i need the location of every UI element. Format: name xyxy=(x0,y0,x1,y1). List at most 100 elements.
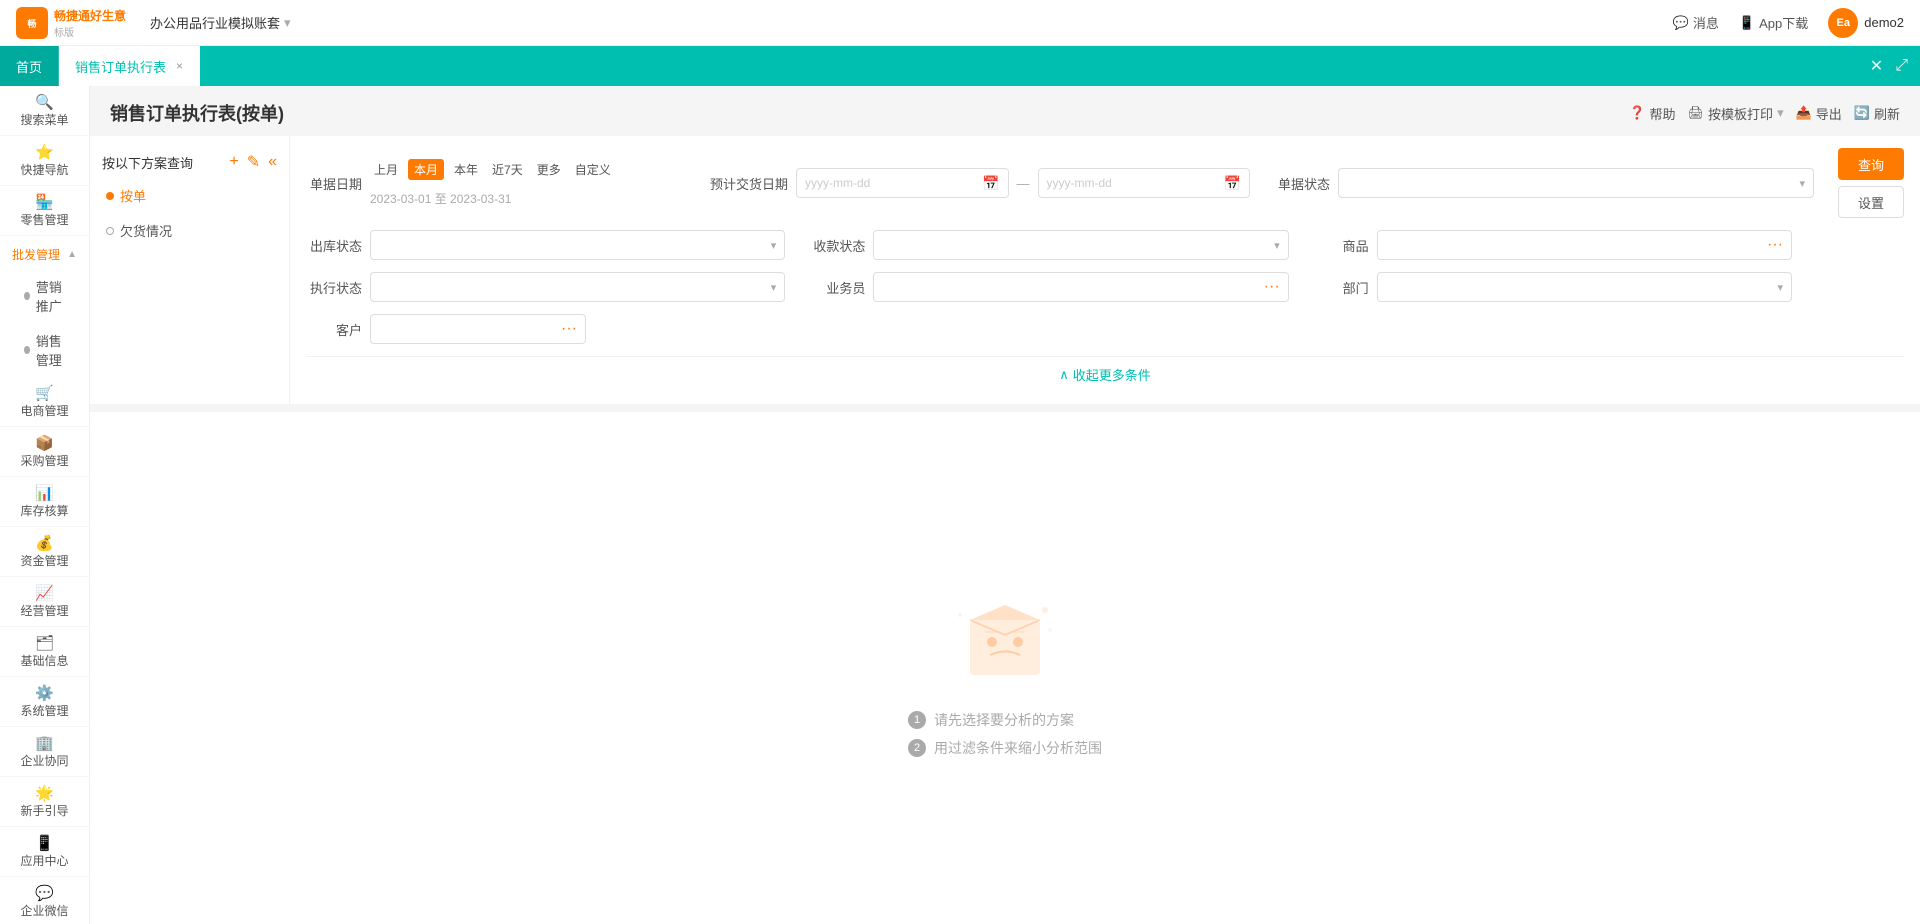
template-print-button[interactable]: 🖨 按模板打印 ▾ xyxy=(1688,104,1784,123)
delivery-status-select[interactable]: ▾ xyxy=(370,230,785,260)
sidebar-sub-marketing[interactable]: 营销推广 xyxy=(0,269,89,323)
date-tab-7days[interactable]: 近7天 xyxy=(488,159,527,180)
help-button[interactable]: ❓ 帮助 xyxy=(1629,104,1675,123)
calendar-to-icon[interactable]: 📅 xyxy=(1224,175,1241,192)
sidebar-item-inventory[interactable]: 📊 库存核算 xyxy=(0,477,89,527)
sidebar-item-retail[interactable]: 🏪 零售管理 xyxy=(0,186,89,236)
payment-status-select[interactable]: ▾ xyxy=(873,230,1288,260)
department-arrow: ▾ xyxy=(1777,281,1783,294)
date-tab-last-month[interactable]: 上月 xyxy=(370,159,402,180)
payment-status-group: 收款状态 ▾ xyxy=(809,230,1288,260)
delivery-status-arrow: ▾ xyxy=(771,239,777,252)
refresh-icon: 🔄 xyxy=(1854,105,1870,121)
sidebar-item-wechat[interactable]: 💬 企业微信 xyxy=(0,877,89,924)
search-button[interactable]: 查询 xyxy=(1838,148,1904,180)
settings-button[interactable]: 设置 xyxy=(1838,186,1904,218)
collapse-conditions-button[interactable]: ∧ 收起更多条件 xyxy=(1059,365,1151,384)
scheme-item-by-order[interactable]: 按单 xyxy=(90,178,289,213)
date-tab-more[interactable]: 更多 xyxy=(533,159,565,180)
content-area: 销售订单执行表(按单) ❓ 帮助 🖨 按模板打印 ▾ 📤 导出 🔄 刷新 xyxy=(90,86,1920,924)
operations-icon: 📈 xyxy=(35,584,54,602)
top-bar: 畅 畅捷通好生意 标版 办公用品行业模拟账套 ▾ 💬 消息 📱 App下载 Ea… xyxy=(0,0,1920,46)
app-download-button[interactable]: 📱 App下载 xyxy=(1739,13,1808,32)
logo-text: 畅捷通好生意 标版 xyxy=(54,7,126,39)
scheme-item-debt[interactable]: 欠货情况 xyxy=(90,213,289,248)
search-icon: 🔍 xyxy=(35,93,54,111)
customer-group: 客户 ··· xyxy=(306,314,586,344)
nav-dropdown-icon[interactable]: ▾ xyxy=(284,15,291,31)
add-scheme-button[interactable]: + xyxy=(229,153,238,171)
product-more-icon[interactable]: ··· xyxy=(1767,236,1783,254)
filter-panel: 按以下方案查询 + ✎ « 按单 欠货情况 xyxy=(90,136,1920,404)
tab-close-all-icon[interactable]: ✕ xyxy=(1870,56,1883,76)
product-input[interactable]: ··· xyxy=(1377,230,1792,260)
calendar-from-icon[interactable]: 📅 xyxy=(982,175,999,192)
top-bar-right: 💬 消息 📱 App下载 Ea demo2 xyxy=(1673,8,1904,38)
payment-status-label: 收款状态 xyxy=(809,236,865,255)
sidebar-item-system[interactable]: ⚙️ 系统管理 xyxy=(0,677,89,727)
message-button[interactable]: 💬 消息 xyxy=(1673,13,1719,32)
edit-scheme-button[interactable]: ✎ xyxy=(247,152,260,172)
customer-more-icon[interactable]: ··· xyxy=(561,320,577,338)
tip-num-1: 1 xyxy=(908,711,926,729)
filter-row-2: 出库状态 ▾ 收款状态 ▾ xyxy=(306,230,1904,260)
tab-close-icon[interactable]: × xyxy=(176,59,183,73)
expected-delivery-from[interactable]: yyyy-mm-dd 📅 xyxy=(796,168,1009,198)
sidebar: 🔍 搜索菜单 ⭐ 快捷导航 🏪 零售管理 批发管理 ▲ 营销推广 销售管理 🛒 … xyxy=(0,86,90,924)
wholesale-expand-icon: ▲ xyxy=(67,249,77,260)
sidebar-item-finance[interactable]: 💰 资金管理 xyxy=(0,527,89,577)
department-select[interactable]: ▾ xyxy=(1377,272,1792,302)
salesperson-group: 业务员 ··· xyxy=(809,272,1288,302)
order-status-select[interactable]: ▾ xyxy=(1338,168,1814,198)
date-separator: — xyxy=(1017,176,1030,191)
enterprise-icon: 🏢 xyxy=(35,734,54,752)
filter-scheme-sidebar: 按以下方案查询 + ✎ « 按单 欠货情况 xyxy=(90,136,290,404)
svg-text:畅: 畅 xyxy=(27,18,36,29)
date-filter-inner: 上月 本月 本年 近7天 更多 自定义 2023-03-01 至 2023-03… xyxy=(370,159,686,207)
tab-expand-icon[interactable]: ⤢ xyxy=(1895,57,1908,75)
user-area[interactable]: Ea demo2 xyxy=(1828,8,1904,38)
sidebar-item-search[interactable]: 🔍 搜索菜单 xyxy=(0,86,89,136)
collapse-scheme-button[interactable]: « xyxy=(268,153,277,171)
date-tab-custom[interactable]: 自定义 xyxy=(571,159,615,180)
empty-state: 1 请先选择要分析的方案 2 用过滤条件来缩小分析范围 xyxy=(90,412,1920,924)
help-icon: ❓ xyxy=(1629,105,1645,121)
refresh-button[interactable]: 🔄 刷新 xyxy=(1854,104,1900,123)
salesperson-more-icon[interactable]: ··· xyxy=(1264,278,1280,296)
collapse-chevron-icon: ∧ xyxy=(1059,367,1069,383)
tab-home[interactable]: 首页 xyxy=(0,46,59,86)
filter-row-1: 单据日期 上月 本月 本年 近7天 更多 自定义 20 xyxy=(306,148,1904,218)
expected-delivery-label: 预计交货日期 xyxy=(710,174,788,193)
salesperson-input[interactable]: ··· xyxy=(873,272,1288,302)
sidebar-item-basics[interactable]: 🗂 基础信息 xyxy=(0,627,89,677)
wechat-icon: 💬 xyxy=(35,884,54,902)
exec-status-group: 执行状态 ▾ xyxy=(306,272,785,302)
date-filter-group: 单据日期 上月 本月 本年 近7天 更多 自定义 20 xyxy=(306,159,686,207)
sidebar-item-appstore[interactable]: 📱 应用中心 xyxy=(0,827,89,877)
order-status-group: 单据状态 ▾ xyxy=(1274,168,1814,198)
app-download-icon: 📱 xyxy=(1739,15,1755,31)
sidebar-item-ecommerce[interactable]: 🛒 电商管理 xyxy=(0,377,89,427)
sidebar-item-newbie[interactable]: 🌟 新手引导 xyxy=(0,777,89,827)
department-label: 部门 xyxy=(1313,278,1369,297)
export-button[interactable]: 📤 导出 xyxy=(1796,104,1842,123)
exec-status-select[interactable]: ▾ xyxy=(370,272,785,302)
inventory-icon: 📊 xyxy=(35,484,54,502)
home-tab-label: 首页 xyxy=(16,57,42,76)
page-actions: ❓ 帮助 🖨 按模板打印 ▾ 📤 导出 🔄 刷新 xyxy=(1629,104,1900,123)
customer-input[interactable]: ··· xyxy=(370,314,586,344)
nav-breadcrumb[interactable]: 办公用品行业模拟账套 ▾ xyxy=(150,13,291,32)
expected-delivery-to[interactable]: yyyy-mm-dd 📅 xyxy=(1038,168,1251,198)
tab-sales-exec[interactable]: 销售订单执行表 × xyxy=(59,46,200,86)
sidebar-item-wholesale[interactable]: 批发管理 ▲ xyxy=(0,236,89,269)
filter-sidebar-header: 按以下方案查询 + ✎ « xyxy=(90,146,289,178)
sidebar-sub-sales[interactable]: 销售管理 xyxy=(0,323,89,377)
date-tab-this-month[interactable]: 本月 xyxy=(408,159,444,180)
date-tab-this-year[interactable]: 本年 xyxy=(450,159,482,180)
order-status-arrow: ▾ xyxy=(1799,177,1805,190)
sidebar-item-quicknav[interactable]: ⭐ 快捷导航 xyxy=(0,136,89,186)
sidebar-item-enterprise[interactable]: 🏢 企业协同 xyxy=(0,727,89,777)
sidebar-item-operations[interactable]: 📈 经营管理 xyxy=(0,577,89,627)
payment-status-arrow: ▾ xyxy=(1274,239,1280,252)
sidebar-item-purchase[interactable]: 📦 采购管理 xyxy=(0,427,89,477)
